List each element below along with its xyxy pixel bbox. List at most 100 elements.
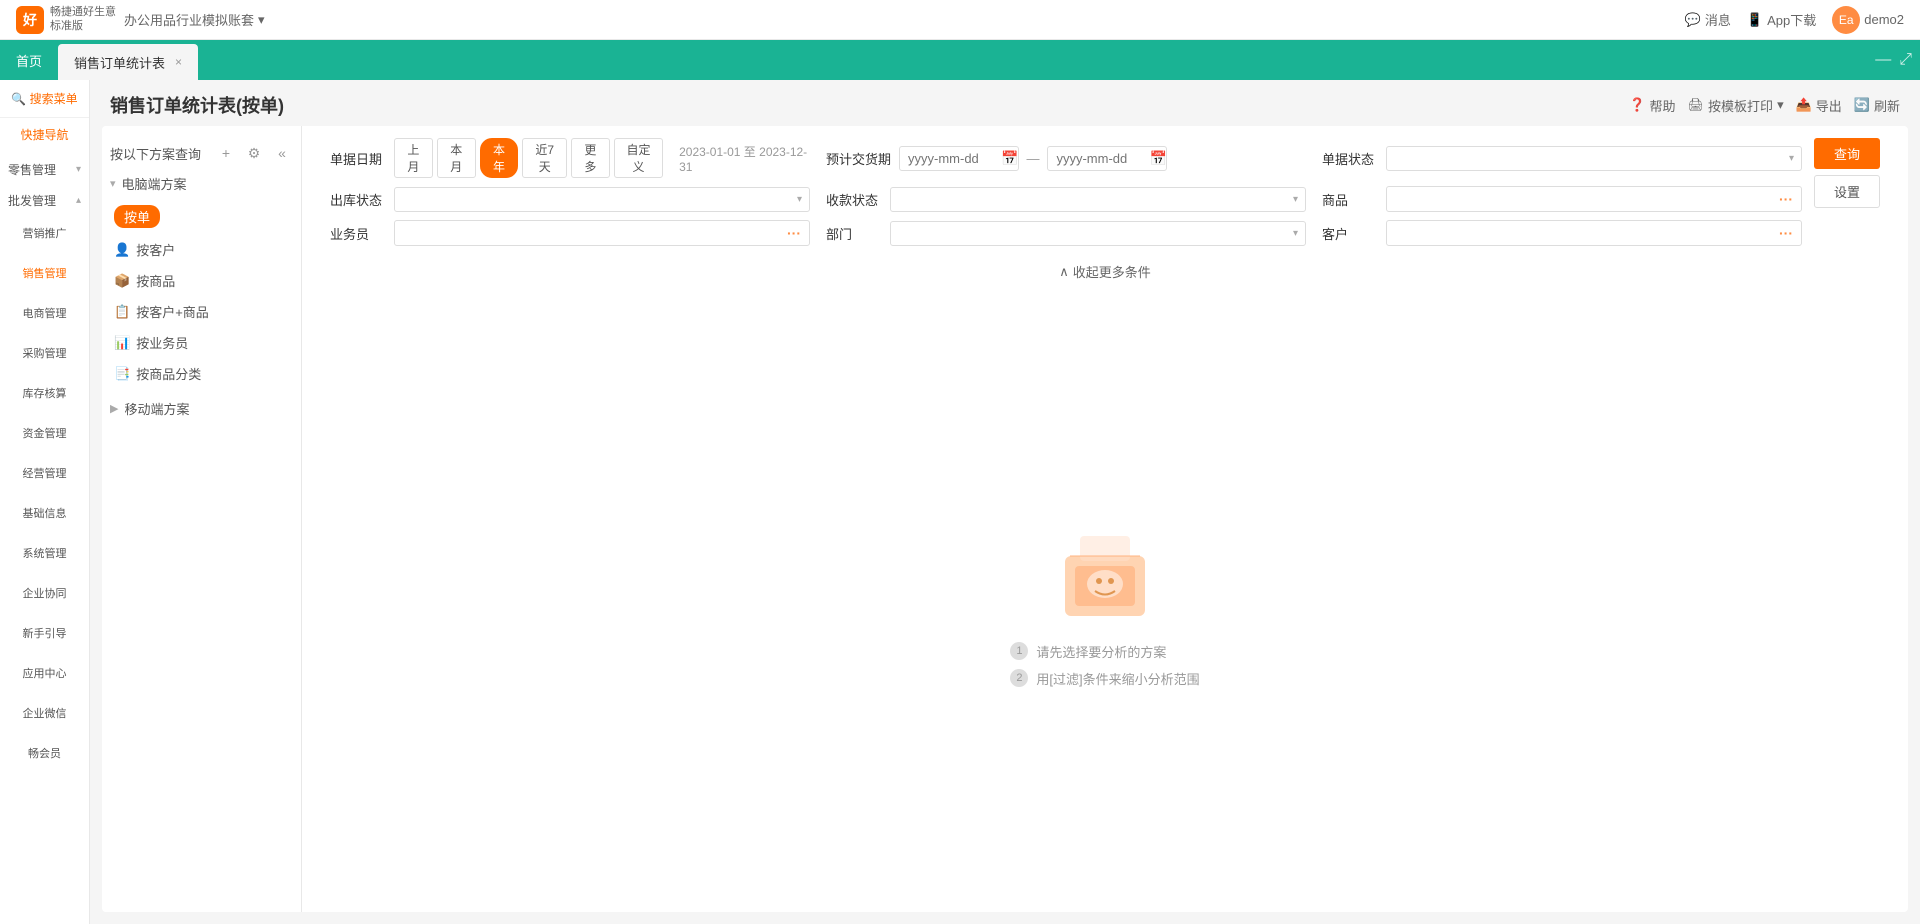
tree-parent-mobile[interactable]: ▶ 移动端方案 bbox=[102, 393, 301, 424]
maximize-icon[interactable]: ⤢ bbox=[1899, 51, 1912, 69]
shipment-status-select[interactable] bbox=[394, 187, 810, 212]
filter-shipment-status: 出库状态 ▾ bbox=[330, 187, 810, 212]
message-button[interactable]: 💬 消息 bbox=[1685, 10, 1731, 29]
sidebar-item-app-center[interactable]: 应用中心 bbox=[0, 653, 89, 693]
app-download-button[interactable]: 📱 App下载 bbox=[1747, 10, 1816, 29]
tree-item-by-customer-goods[interactable]: 📋 按客户+商品 bbox=[102, 296, 301, 327]
query-button[interactable]: 查询 bbox=[1814, 138, 1880, 169]
sidebar-item-ecommerce[interactable]: 电商管理 bbox=[0, 293, 89, 333]
minimize-icon[interactable]: — bbox=[1875, 51, 1891, 69]
tab-bar: 首页 销售订单统计表 × — ⤢ bbox=[0, 40, 1920, 80]
sidebar-item-finance[interactable]: 资金管理 bbox=[0, 413, 89, 453]
collapse-panel-button[interactable]: « bbox=[271, 142, 293, 164]
filter-customer: 客户 ··· bbox=[1322, 220, 1802, 246]
sidebar-item-new-user[interactable]: 新手引导 bbox=[0, 613, 89, 653]
settings-scheme-button[interactable]: ⚙ bbox=[243, 142, 265, 164]
calendar-start-icon[interactable]: 📅 bbox=[1001, 150, 1018, 167]
salesperson-label: 业务员 bbox=[330, 224, 386, 243]
tree-item-by-salesperson[interactable]: 📊 按业务员 bbox=[102, 327, 301, 358]
logo-icon: 好 bbox=[16, 6, 44, 34]
scheme-panel-title: 按以下方案查询 bbox=[110, 144, 201, 163]
right-content: 单据日期 上月 本月 本年 近7天 更多 自定义 bbox=[302, 126, 1908, 912]
tab-home[interactable]: 首页 bbox=[0, 40, 58, 80]
customer-scheme-icon: 👤 bbox=[114, 242, 130, 258]
breadcrumb[interactable]: 办公用品行业模拟账套 ▾ bbox=[124, 10, 265, 29]
customer-input-wrap: ··· bbox=[1386, 220, 1802, 246]
sidebar-item-retail[interactable]: 零售管理 ▾ bbox=[0, 151, 89, 182]
help-button[interactable]: ❓ 帮助 bbox=[1629, 96, 1675, 115]
mobile-expand-icon: ▶ bbox=[110, 402, 118, 415]
settings-button[interactable]: 设置 bbox=[1814, 175, 1880, 208]
tree-item-by-category[interactable]: 📑 按商品分类 bbox=[102, 358, 301, 389]
tip-1-number: 1 bbox=[1010, 642, 1028, 660]
customer-goods-scheme-icon: 📋 bbox=[114, 304, 130, 320]
customer-input[interactable] bbox=[1395, 226, 1779, 241]
date-btn-7days[interactable]: 近7天 bbox=[522, 138, 567, 178]
payment-status-select-wrap: ▾ bbox=[890, 187, 1306, 212]
collapse-button[interactable]: ∧ 收起更多条件 bbox=[1059, 262, 1151, 281]
payment-status-select[interactable] bbox=[890, 187, 1306, 212]
sidebar-item-member[interactable]: 畅会员 bbox=[0, 733, 89, 773]
tab-bar-actions: — ⤢ bbox=[1875, 51, 1920, 69]
tree-item-by-goods[interactable]: 📦 按商品 bbox=[102, 265, 301, 296]
user-profile[interactable]: Ea demo2 bbox=[1832, 6, 1904, 34]
page-actions: ❓ 帮助 🖨 按模板打印 ▾ 📤 导出 🔄 刷新 bbox=[1629, 96, 1900, 115]
filter-collapse-row: ∧ 收起更多条件 bbox=[330, 258, 1880, 289]
sidebar-item-basic-info[interactable]: 基础信息 bbox=[0, 493, 89, 533]
refresh-button[interactable]: 🔄 刷新 bbox=[1854, 96, 1900, 115]
salesperson-scheme-icon: 📊 bbox=[114, 335, 130, 351]
date-btn-more[interactable]: 更多 bbox=[571, 138, 610, 178]
date-btn-this-month[interactable]: 本月 bbox=[437, 138, 476, 178]
collapse-icon: ∧ bbox=[1059, 264, 1069, 280]
goods-input-wrap: ··· bbox=[1386, 186, 1802, 212]
sidebar-quick-nav[interactable]: 快捷导航 bbox=[0, 118, 89, 151]
print-button[interactable]: 🖨 按模板打印 ▾ bbox=[1688, 96, 1784, 115]
date-btn-last-month[interactable]: 上月 bbox=[394, 138, 433, 178]
goods-dots-icon[interactable]: ··· bbox=[1779, 191, 1793, 207]
dept-select[interactable] bbox=[890, 221, 1306, 246]
goods-label: 商品 bbox=[1322, 190, 1378, 209]
left-scheme-panel: 按以下方案查询 + ⚙ « ▾ 电脑端方案 按单 👤 按客户 bbox=[102, 126, 302, 912]
date-range-text: 2023-01-01 至 2023-12-31 bbox=[679, 143, 810, 174]
sidebar-item-inventory[interactable]: 库存核算 bbox=[0, 373, 89, 413]
salesperson-input-wrap: ··· bbox=[394, 220, 810, 246]
empty-tips: 1 请先选择要分析的方案 2 用[过滤]条件来缩小分析范围 bbox=[1010, 642, 1199, 688]
filter-delivery-date: 预计交货期 📅 — 📅 bbox=[826, 146, 1306, 171]
sidebar-item-system[interactable]: 系统管理 bbox=[0, 533, 89, 573]
date-btn-custom[interactable]: 自定义 bbox=[614, 138, 663, 178]
tab-sales-order[interactable]: 销售订单统计表 × bbox=[58, 44, 198, 80]
date-btn-this-year[interactable]: 本年 bbox=[480, 138, 519, 178]
active-scheme-badge: 按单 bbox=[114, 205, 160, 228]
page-header: 销售订单统计表(按单) ❓ 帮助 🖨 按模板打印 ▾ 📤 导出 🔄 刷新 bbox=[90, 80, 1920, 126]
tree-parent-desktop[interactable]: ▾ 电脑端方案 bbox=[102, 168, 301, 199]
goods-input[interactable] bbox=[1395, 192, 1779, 207]
sidebar-search[interactable]: 🔍 搜索菜单 bbox=[0, 80, 89, 118]
sidebar-item-operation[interactable]: 经营管理 bbox=[0, 453, 89, 493]
sidebar-item-wholesale[interactable]: 批发管理 ▴ bbox=[0, 182, 89, 213]
payment-status-label: 收款状态 bbox=[826, 190, 882, 209]
tab-close-icon[interactable]: × bbox=[175, 55, 182, 69]
sidebar-item-sales[interactable]: 销售管理 bbox=[0, 253, 89, 293]
salesperson-dots-icon[interactable]: ··· bbox=[787, 225, 801, 241]
dept-select-wrap: ▾ bbox=[890, 221, 1306, 246]
sidebar-item-marketing[interactable]: 营销推广 bbox=[0, 213, 89, 253]
add-scheme-button[interactable]: + bbox=[215, 142, 237, 164]
tree-item-by-customer[interactable]: 👤 按客户 bbox=[102, 234, 301, 265]
breadcrumb-arrow-icon: ▾ bbox=[258, 12, 265, 28]
calendar-end-icon[interactable]: 📅 bbox=[1149, 150, 1166, 167]
export-icon: 📤 bbox=[1796, 97, 1812, 113]
order-status-select[interactable] bbox=[1386, 146, 1802, 171]
salesperson-input[interactable] bbox=[403, 226, 787, 241]
print-arrow-icon: ▾ bbox=[1777, 97, 1784, 113]
export-button[interactable]: 📤 导出 bbox=[1796, 96, 1842, 115]
main-layout: 🔍 搜索菜单 快捷导航 零售管理 ▾ 批发管理 ▴ 营销推广 销售管理 电商管理… bbox=[0, 80, 1920, 924]
sidebar-item-collaboration[interactable]: 企业协同 bbox=[0, 573, 89, 613]
sidebar-item-wechat[interactable]: 企业微信 bbox=[0, 693, 89, 733]
filter-panel: 单据日期 上月 本月 本年 近7天 更多 自定义 bbox=[314, 126, 1896, 301]
tip-2-number: 2 bbox=[1010, 669, 1028, 687]
phone-icon: 📱 bbox=[1747, 12, 1763, 28]
customer-dots-icon[interactable]: ··· bbox=[1779, 225, 1793, 241]
sidebar-item-purchase[interactable]: 采购管理 bbox=[0, 333, 89, 373]
delivery-date-end-wrap: 📅 bbox=[1047, 146, 1166, 171]
tree-item-by-order[interactable]: 按单 bbox=[102, 199, 301, 234]
